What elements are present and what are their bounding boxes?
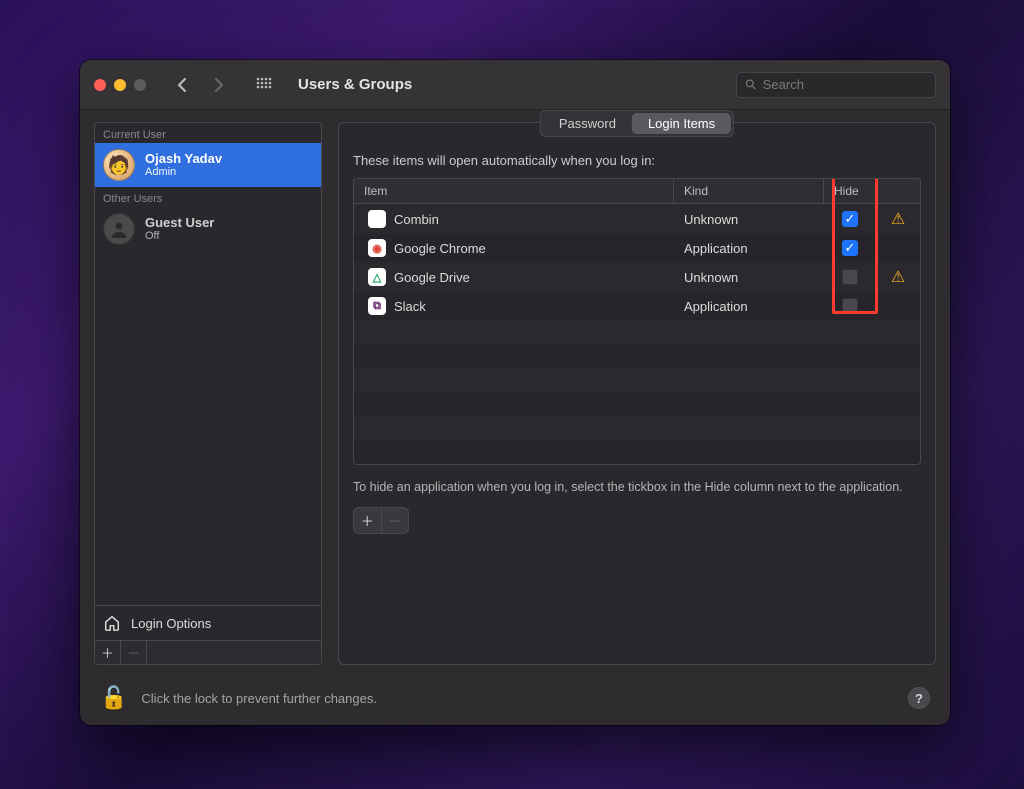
add-item-button[interactable]: ＋ (354, 508, 382, 533)
col-hide[interactable]: Hide (824, 179, 876, 203)
col-item[interactable]: Item (354, 179, 674, 203)
item-name: Slack (394, 299, 426, 314)
search-field[interactable] (736, 72, 936, 98)
user-role: Admin (145, 166, 222, 178)
tab-password[interactable]: Password (543, 113, 632, 134)
lock-icon[interactable]: 🔓 (100, 685, 127, 711)
search-icon (745, 78, 757, 91)
empty-row (354, 392, 920, 416)
app-icon: ⧉ (368, 297, 386, 315)
warn-cell (876, 301, 920, 311)
login-items-table: Item Kind Hide Combin Unknown ✓ ⚠︎ ◉ Google C… (353, 178, 921, 465)
kind-cell: Application (674, 294, 824, 319)
hide-checkbox[interactable]: ✓ (842, 211, 858, 227)
item-cell: △ Google Drive (354, 263, 674, 291)
item-add-remove: ＋ － (353, 507, 409, 534)
hide-cell (824, 293, 876, 319)
col-warn (876, 186, 920, 196)
avatar: 🧑 (103, 149, 135, 181)
item-cell: ◉ Google Chrome (354, 234, 674, 262)
back-button[interactable] (168, 73, 196, 97)
sidebar-item-guest-user[interactable]: Guest User Off (95, 207, 321, 251)
hide-checkbox[interactable]: ✓ (842, 240, 858, 256)
kind-cell: Unknown (674, 207, 824, 232)
hide-cell (824, 264, 876, 290)
remove-item-button[interactable]: － (382, 508, 409, 533)
intro-text: These items will open automatically when… (353, 153, 921, 168)
table-row[interactable]: △ Google Drive Unknown ⚠︎ (354, 262, 920, 292)
empty-row (354, 344, 920, 368)
current-user-heading: Current User (95, 123, 321, 143)
tab-login-items[interactable]: Login Items (632, 113, 731, 134)
hint-text: To hide an application when you log in, … (353, 479, 921, 497)
login-options-label: Login Options (131, 616, 211, 631)
item-cell: Combin (354, 205, 674, 233)
app-icon: △ (368, 268, 386, 286)
show-all-button[interactable] (250, 73, 278, 97)
item-name: Google Drive (394, 270, 470, 285)
hide-checkbox[interactable] (842, 269, 858, 285)
warn-cell (876, 243, 920, 253)
users-sidebar: Current User 🧑 Ojash Yadav Admin Other U… (94, 122, 322, 665)
item-cell: ⧉ Slack (354, 292, 674, 320)
avatar (103, 213, 135, 245)
empty-row (354, 416, 920, 440)
forward-button[interactable] (204, 73, 232, 97)
window-title: Users & Groups (298, 76, 412, 93)
user-role: Off (145, 230, 214, 242)
empty-row (354, 368, 920, 392)
window-controls (94, 79, 146, 91)
preferences-window: Users & Groups Current User 🧑 Ojash Yada… (80, 60, 950, 725)
app-icon (368, 210, 386, 228)
warn-cell: ⚠︎ (876, 262, 920, 292)
app-icon: ◉ (368, 239, 386, 257)
table-body: Combin Unknown ✓ ⚠︎ ◉ Google Chrome Applicatio… (354, 204, 920, 320)
item-name: Combin (394, 212, 439, 227)
sidebar-item-current-user[interactable]: 🧑 Ojash Yadav Admin (95, 143, 321, 187)
table-row[interactable]: ⧉ Slack Application (354, 292, 920, 320)
add-user-button[interactable]: ＋ (95, 641, 121, 664)
titlebar: Users & Groups (80, 60, 950, 110)
hide-cell: ✓ (824, 206, 876, 232)
kind-cell: Unknown (674, 265, 824, 290)
warn-cell: ⚠︎ (876, 204, 920, 234)
item-name: Google Chrome (394, 241, 486, 256)
login-options-button[interactable]: Login Options (95, 605, 321, 640)
lock-text: Click the lock to prevent further change… (141, 691, 377, 706)
content: Current User 🧑 Ojash Yadav Admin Other U… (80, 110, 950, 675)
empty-row (354, 320, 920, 344)
sidebar-footer: ＋ － (95, 640, 321, 664)
hide-cell: ✓ (824, 235, 876, 261)
minimize-button[interactable] (114, 79, 126, 91)
kind-cell: Application (674, 236, 824, 261)
table-header: Item Kind Hide (354, 179, 920, 204)
table-row[interactable]: ◉ Google Chrome Application ✓ (354, 234, 920, 262)
search-input[interactable] (763, 77, 927, 92)
hide-checkbox[interactable] (842, 298, 858, 314)
remove-user-button[interactable]: － (121, 641, 147, 664)
col-kind[interactable]: Kind (674, 179, 824, 203)
user-name: Ojash Yadav (145, 152, 222, 166)
user-name: Guest User (145, 216, 214, 230)
zoom-button[interactable] (134, 79, 146, 91)
home-icon (103, 614, 121, 632)
empty-row (354, 440, 920, 464)
tab-bar: Password Login Items (540, 110, 734, 137)
close-button[interactable] (94, 79, 106, 91)
help-button[interactable]: ? (908, 687, 930, 709)
other-users-heading: Other Users (95, 187, 321, 207)
main-panel: Password Login Items These items will op… (338, 122, 936, 665)
footer: 🔓 Click the lock to prevent further chan… (80, 675, 950, 725)
table-row[interactable]: Combin Unknown ✓ ⚠︎ (354, 204, 920, 234)
